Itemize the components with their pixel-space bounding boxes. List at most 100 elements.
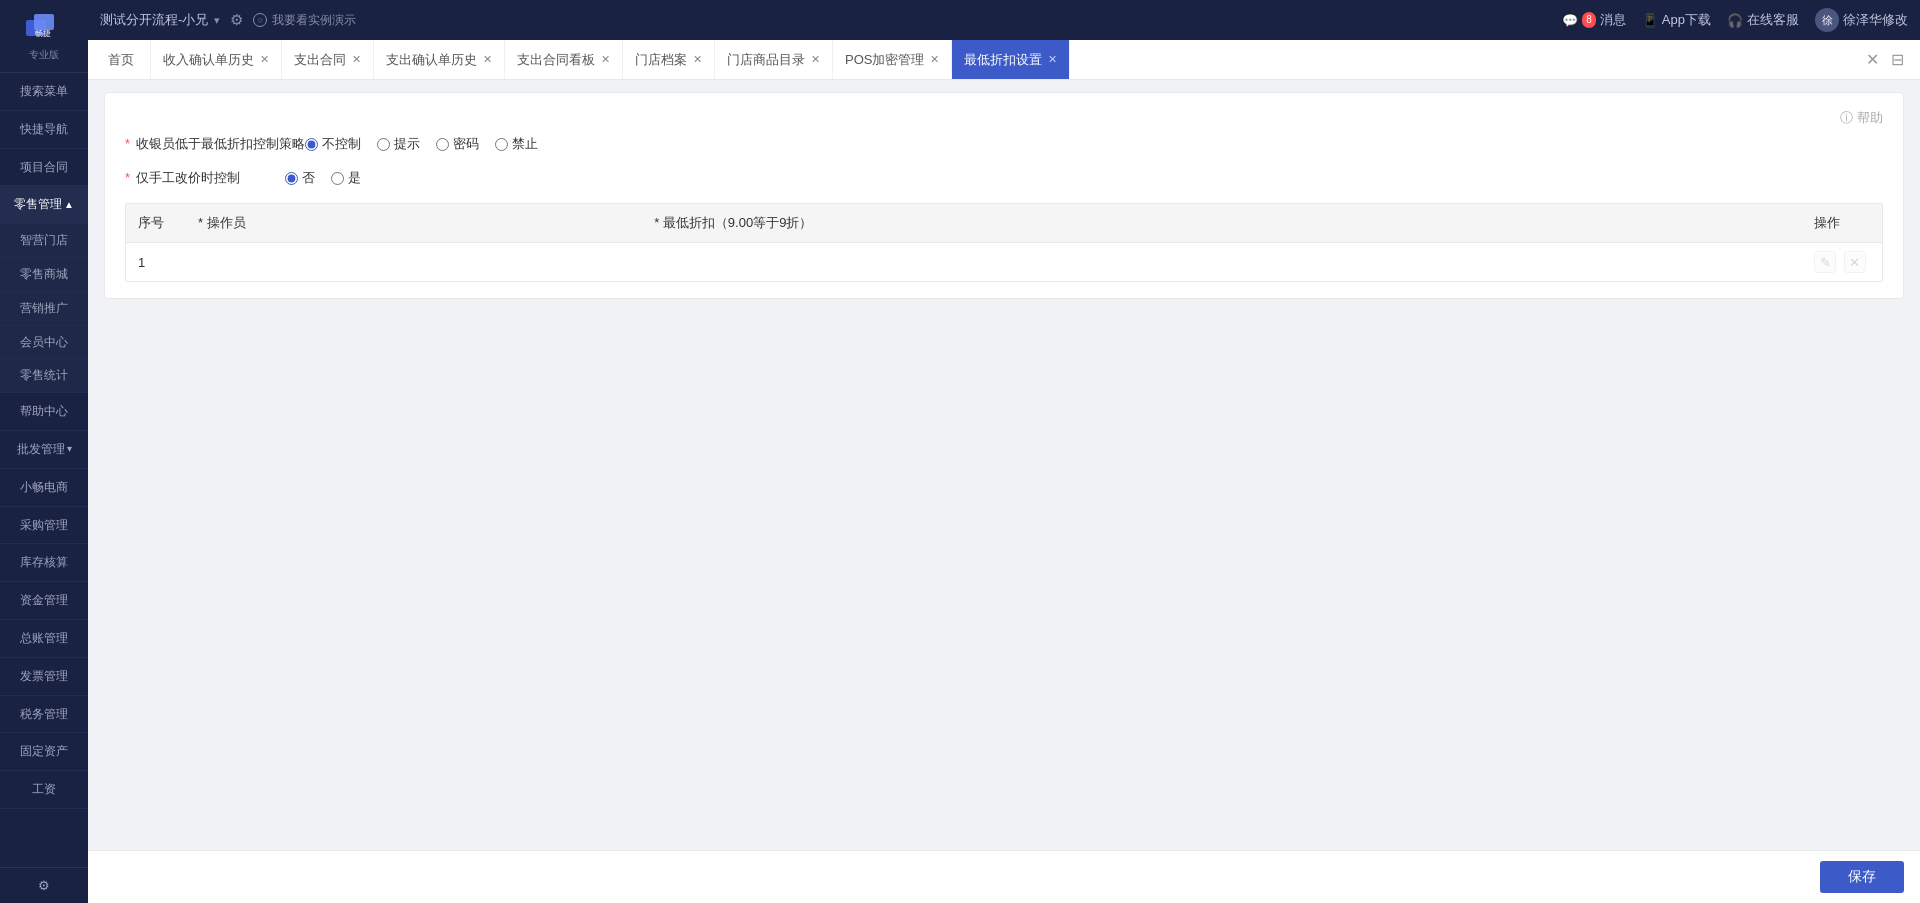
user-menu-button[interactable]: 徐 徐泽华修改 bbox=[1815, 8, 1908, 32]
tab-close-all-button[interactable]: ✕ bbox=[1862, 48, 1883, 71]
sidebar-item-label: 会员中心 bbox=[0, 334, 88, 351]
policy-option-no-control[interactable]: 不控制 bbox=[305, 135, 361, 153]
sidebar-item-accounting[interactable]: 总账管理 bbox=[0, 620, 88, 658]
tab-payment-contract[interactable]: 支出合同 ✕ bbox=[282, 40, 374, 80]
topbar-actions: 💬 8 消息 📱 App下载 🎧 在线客服 徐 徐泽华修改 bbox=[1562, 8, 1908, 32]
tab-store-goods-label: 门店商品目录 bbox=[727, 51, 805, 69]
sidebar-item-batch-mgmt[interactable]: 批发管理 ▾ bbox=[0, 431, 88, 469]
col-discount-label: * 最低折扣（9.00等于9折） bbox=[654, 215, 812, 230]
sidebar-item-label: 零售商城 bbox=[0, 266, 88, 283]
tab-income-history[interactable]: 收入确认单历史 ✕ bbox=[151, 40, 282, 80]
policy-option-prompt-label: 提示 bbox=[394, 135, 420, 153]
sidebar-item-quick-nav[interactable]: 快捷导航 bbox=[0, 111, 88, 149]
project-chevron-icon: ▾ bbox=[214, 14, 220, 27]
manual-required: * bbox=[125, 170, 130, 185]
app-download-button[interactable]: 📱 App下载 bbox=[1642, 11, 1711, 29]
manual-option-no-label: 否 bbox=[302, 169, 315, 187]
tab-close-icon[interactable]: ✕ bbox=[930, 53, 939, 66]
tab-payment-confirm-history[interactable]: 支出确认单历史 ✕ bbox=[374, 40, 505, 80]
tab-store-goods[interactable]: 门店商品目录 ✕ bbox=[715, 40, 833, 80]
sidebar-item-purchase-mgmt[interactable]: 采购管理 bbox=[0, 507, 88, 545]
sidebar-item-help-center[interactable]: 帮助中心 bbox=[0, 393, 88, 431]
sidebar-item-project-contract[interactable]: 项目合同 bbox=[0, 149, 88, 187]
avatar: 徐 bbox=[1815, 8, 1839, 32]
help-label: 帮助 bbox=[1857, 109, 1883, 127]
sidebar-item-inventory[interactable]: 库存核算 bbox=[0, 544, 88, 582]
discount-table-scroll[interactable]: 序号 * 操作员 * 最低折扣（9.00等于9折） 操作 bbox=[126, 204, 1882, 281]
messages-button[interactable]: 💬 8 消息 bbox=[1562, 11, 1626, 29]
manual-radio-no[interactable] bbox=[285, 172, 298, 185]
logo-icon: 畅捷 bbox=[20, 10, 68, 46]
online-support-button[interactable]: 🎧 在线客服 bbox=[1727, 11, 1799, 29]
tab-home[interactable]: 首页 bbox=[92, 40, 151, 80]
edit-row-button[interactable]: ✎ bbox=[1814, 251, 1836, 273]
delete-row-button[interactable]: ✕ bbox=[1844, 251, 1866, 273]
policy-radio-password[interactable] bbox=[436, 138, 449, 151]
project-name: 测试分开流程-小兄 bbox=[100, 11, 208, 29]
message-icon: 💬 bbox=[1562, 13, 1578, 28]
policy-label-text: 收银员低于最低折扣控制策略 bbox=[136, 136, 305, 151]
tab-min-discount[interactable]: 最低折扣设置 ✕ bbox=[952, 40, 1070, 80]
sidebar-item-label: 项目合同 bbox=[0, 159, 88, 176]
policy-option-forbid[interactable]: 禁止 bbox=[495, 135, 538, 153]
sidebar-item-search[interactable]: 搜索菜单 bbox=[0, 73, 88, 111]
sidebar-item-ecommerce[interactable]: 小畅电商 bbox=[0, 469, 88, 507]
tab-menu-button[interactable]: ⊟ bbox=[1887, 48, 1908, 71]
policy-option-password[interactable]: 密码 bbox=[436, 135, 479, 153]
manual-option-yes[interactable]: 是 bbox=[331, 169, 361, 187]
chevron-down-icon: ▾ bbox=[67, 442, 72, 456]
tab-payment-contract-board[interactable]: 支出合同看板 ✕ bbox=[505, 40, 623, 80]
demo-link[interactable]: ○ 我要看实例演示 bbox=[253, 12, 356, 29]
policy-option-prompt[interactable]: 提示 bbox=[377, 135, 420, 153]
tab-close-icon[interactable]: ✕ bbox=[352, 53, 361, 66]
tab-close-icon[interactable]: ✕ bbox=[601, 53, 610, 66]
tab-close-icon[interactable]: ✕ bbox=[483, 53, 492, 66]
sidebar-item-retail-stats[interactable]: 零售统计 bbox=[0, 359, 88, 393]
sidebar-item-member-center[interactable]: 会员中心 bbox=[0, 326, 88, 360]
sidebar-item-smart-store[interactable]: 智营门店 bbox=[0, 224, 88, 258]
page-content: ⓘ 帮助 * 收银员低于最低折扣控制策略 不控制 提示 bbox=[88, 80, 1920, 850]
policy-radio-no-control[interactable] bbox=[305, 138, 318, 151]
topbar-gear-icon[interactable]: ⚙ bbox=[230, 11, 243, 29]
sidebar-item-invoice[interactable]: 发票管理 bbox=[0, 658, 88, 696]
col-operator-label: * 操作员 bbox=[198, 215, 246, 230]
sidebar-settings-button[interactable]: ⚙ bbox=[0, 867, 88, 903]
page-footer: 保存 bbox=[88, 850, 1920, 903]
headset-icon: 🎧 bbox=[1727, 13, 1743, 28]
manual-option-no[interactable]: 否 bbox=[285, 169, 315, 187]
tab-pos-security[interactable]: POS加密管理 ✕ bbox=[833, 40, 952, 80]
sidebar-item-label: 工资 bbox=[0, 781, 88, 798]
sidebar-item-retail-mgmt[interactable]: 零售管理 ▲ bbox=[0, 186, 88, 224]
tab-close-icon[interactable]: ✕ bbox=[693, 53, 702, 66]
seq-value: 1 bbox=[138, 255, 145, 270]
tab-close-icon[interactable]: ✕ bbox=[260, 53, 269, 66]
sidebar-item-label: 固定资产 bbox=[0, 743, 88, 760]
policy-option-password-label: 密码 bbox=[453, 135, 479, 153]
policy-radio-prompt[interactable] bbox=[377, 138, 390, 151]
project-selector[interactable]: 测试分开流程-小兄 ▾ bbox=[100, 11, 220, 29]
policy-radio-group: 不控制 提示 密码 禁止 bbox=[305, 135, 538, 153]
manual-radio-yes[interactable] bbox=[331, 172, 344, 185]
sidebar-item-fixed-assets[interactable]: 固定资产 bbox=[0, 733, 88, 771]
app-download-label: App下载 bbox=[1662, 11, 1711, 29]
sidebar: 畅捷 专业版 搜索菜单 快捷导航 项目合同 零售管理 ▲ 智营门店 零售商城 营… bbox=[0, 0, 88, 903]
tab-store-profile[interactable]: 门店档案 ✕ bbox=[623, 40, 715, 80]
sidebar-item-label: 资金管理 bbox=[0, 592, 88, 609]
tab-close-icon[interactable]: ✕ bbox=[811, 53, 820, 66]
cell-action: ✎ ✕ bbox=[1802, 243, 1882, 282]
sidebar-item-tax[interactable]: 税务管理 bbox=[0, 696, 88, 734]
policy-option-no-control-label: 不控制 bbox=[322, 135, 361, 153]
save-button[interactable]: 保存 bbox=[1820, 861, 1904, 893]
sidebar-item-finance[interactable]: 资金管理 bbox=[0, 582, 88, 620]
policy-radio-forbid[interactable] bbox=[495, 138, 508, 151]
sidebar-item-retail-mall[interactable]: 零售商城 bbox=[0, 258, 88, 292]
sidebar-item-salary[interactable]: 工资 bbox=[0, 771, 88, 809]
col-header-seq: 序号 bbox=[126, 204, 186, 243]
policy-form-row: * 收银员低于最低折扣控制策略 不控制 提示 密码 bbox=[125, 135, 1883, 153]
tab-close-icon[interactable]: ✕ bbox=[1048, 53, 1057, 66]
sidebar-item-marketing[interactable]: 营销推广 bbox=[0, 292, 88, 326]
col-header-operator: * 操作员 bbox=[186, 204, 642, 243]
topbar: 测试分开流程-小兄 ▾ ⚙ ○ 我要看实例演示 💬 8 消息 📱 App下载 🎧… bbox=[88, 0, 1920, 40]
sidebar-item-label: 智营门店 bbox=[0, 232, 88, 249]
help-button[interactable]: ⓘ 帮助 bbox=[1840, 109, 1883, 127]
